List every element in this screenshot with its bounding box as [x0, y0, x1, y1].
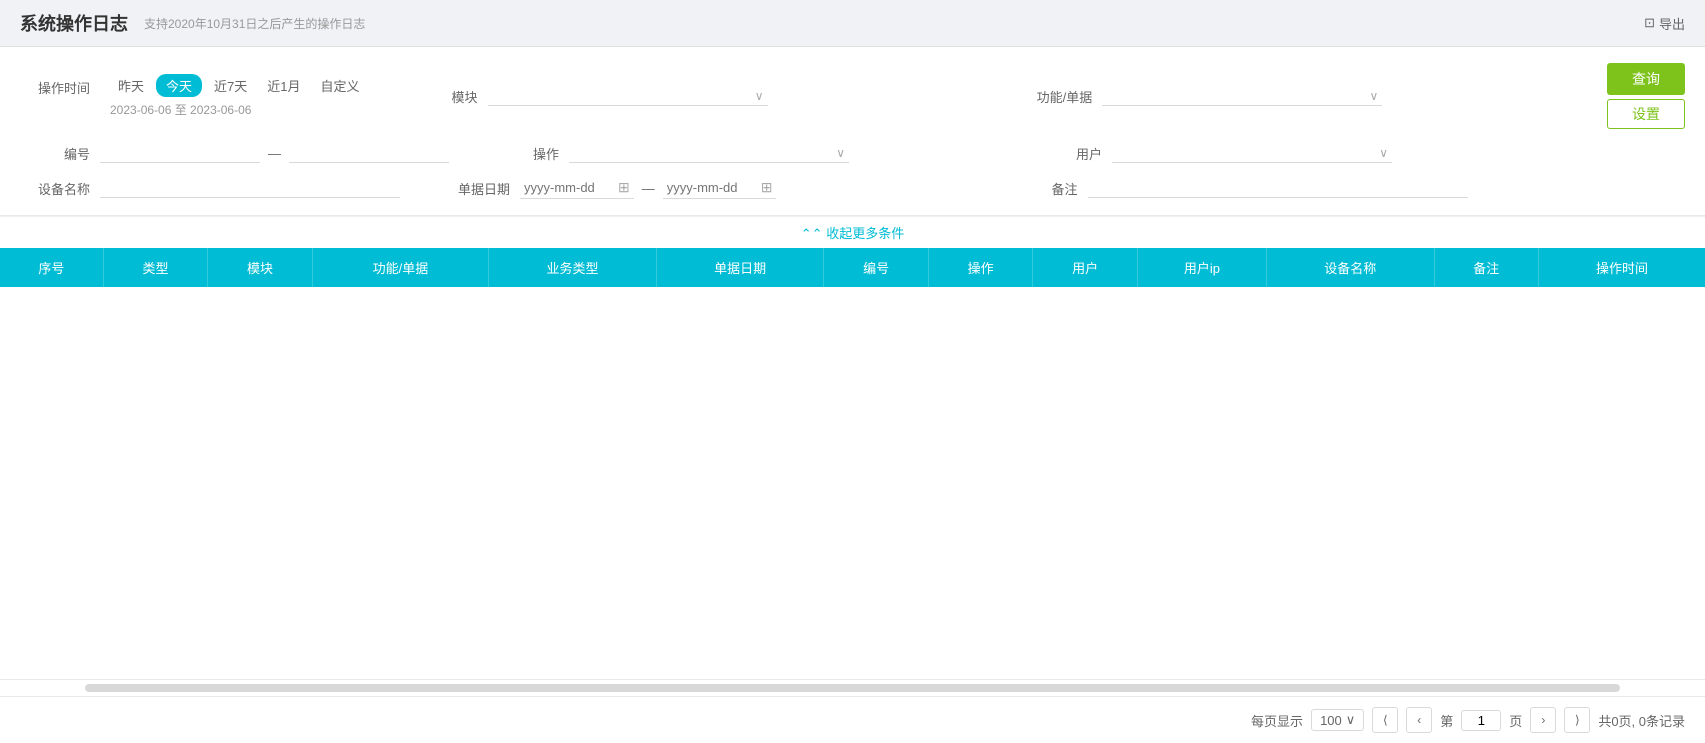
custom-btn[interactable]: 自定义	[313, 74, 368, 97]
page-size-select[interactable]: 100 ∨	[1311, 709, 1364, 731]
remark-input[interactable]	[1088, 178, 1468, 198]
collapse-bar[interactable]: ⌃⌃ 收起更多条件	[0, 216, 1705, 248]
doc-date-from-input[interactable]	[524, 180, 614, 195]
page-size-chevron-icon: ∨	[1346, 712, 1356, 728]
col-no: 序号	[0, 248, 103, 287]
collapse-up-icon: ⌃⌃	[801, 226, 823, 241]
calendar-to-icon[interactable]: ⊞	[761, 179, 773, 196]
func-chevron-icon: ∨	[1369, 89, 1378, 103]
page-title: 系统操作日志	[20, 10, 128, 36]
no-label: 编号	[20, 144, 90, 163]
op-label: 操作	[489, 144, 559, 163]
table-header-row: 序号 类型 模块 功能/单据 业务类型 单据日期 编号 操作 用户 用户ip 设…	[0, 248, 1705, 287]
col-remark: 备注	[1434, 248, 1538, 287]
remark-label: 备注	[1008, 179, 1078, 198]
horizontal-scrollbar[interactable]	[85, 684, 1620, 692]
export-label: 导出	[1659, 14, 1685, 33]
no-dash: —	[268, 146, 281, 161]
page-num-input[interactable]	[1461, 710, 1501, 731]
func-label: 功能/单据	[1012, 87, 1092, 106]
col-device: 设备名称	[1266, 248, 1434, 287]
user-select[interactable]: ∨	[1112, 144, 1392, 163]
module-label: 模块	[408, 87, 478, 106]
no-to-input[interactable]	[289, 143, 449, 163]
doc-date-from-wrap: ⊞	[520, 177, 634, 199]
query-button[interactable]: 查询	[1607, 63, 1685, 95]
date-range-display: 2023-06-06 至 2023-06-06	[110, 101, 251, 118]
page-last-btn[interactable]: ⟩	[1564, 707, 1590, 733]
export-icon: ⊡	[1644, 15, 1655, 31]
op-select[interactable]: ∨	[569, 144, 849, 163]
doc-date-label: 单据日期	[440, 179, 510, 198]
last7-btn[interactable]: 近7天	[206, 74, 255, 97]
col-user: 用户	[1033, 248, 1137, 287]
device-label: 设备名称	[20, 179, 90, 198]
page-label: 第	[1440, 711, 1453, 730]
op-chevron-icon: ∨	[836, 146, 845, 160]
collapse-label: 收起更多条件	[826, 226, 904, 241]
page-unit: 页	[1509, 711, 1522, 730]
user-label: 用户	[1032, 144, 1102, 163]
pagination: 每页显示 100 ∨ ⟨ ‹ 第 页 › ⟩ 共0页, 0条记录	[0, 696, 1705, 743]
page-next-btn[interactable]: ›	[1530, 707, 1556, 733]
col-user-ip: 用户ip	[1137, 248, 1266, 287]
module-select[interactable]: ∨	[488, 87, 768, 106]
last1m-btn[interactable]: 近1月	[259, 74, 308, 97]
page-size-label: 每页显示	[1251, 711, 1303, 730]
empty-placeholder	[0, 287, 1705, 587]
today-btn[interactable]: 今天	[156, 74, 202, 97]
col-op: 操作	[928, 248, 1032, 287]
calendar-from-icon[interactable]: ⊞	[618, 179, 630, 196]
settings-button[interactable]: 设置	[1607, 99, 1685, 129]
total-info: 共0页, 0条记录	[1598, 711, 1685, 730]
export-button[interactable]: ⊡ 导出	[1644, 14, 1685, 33]
date-dash: —	[642, 181, 655, 196]
doc-date-to-wrap: ⊞	[663, 177, 777, 199]
col-module: 模块	[208, 248, 312, 287]
col-num: 编号	[824, 248, 928, 287]
table-wrapper: 序号 类型 模块 功能/单据 业务类型 单据日期 编号 操作 用户 用户ip 设…	[0, 248, 1705, 679]
yesterday-btn[interactable]: 昨天	[110, 74, 152, 97]
module-chevron-icon: ∨	[755, 89, 764, 103]
op-time-label: 操作时间	[20, 78, 90, 97]
no-from-input[interactable]	[100, 143, 260, 163]
col-op-time: 操作时间	[1539, 248, 1705, 287]
user-chevron-icon: ∨	[1379, 146, 1388, 160]
func-select[interactable]: ∨	[1102, 87, 1382, 106]
page-first-btn[interactable]: ⟨	[1372, 707, 1398, 733]
col-doc-date: 单据日期	[656, 248, 824, 287]
col-type: 类型	[103, 248, 207, 287]
col-biz-type: 业务类型	[489, 248, 657, 287]
col-func: 功能/单据	[312, 248, 488, 287]
page-prev-btn[interactable]: ‹	[1406, 707, 1432, 733]
doc-date-to-input[interactable]	[667, 180, 757, 195]
device-input[interactable]	[100, 178, 400, 198]
page-size-value: 100	[1320, 713, 1342, 728]
scrollbar-area[interactable]	[0, 679, 1705, 696]
data-table: 序号 类型 模块 功能/单据 业务类型 单据日期 编号 操作 用户 用户ip 设…	[0, 248, 1705, 287]
page-subtitle: 支持2020年10月31日之后产生的操作日志	[144, 15, 365, 32]
